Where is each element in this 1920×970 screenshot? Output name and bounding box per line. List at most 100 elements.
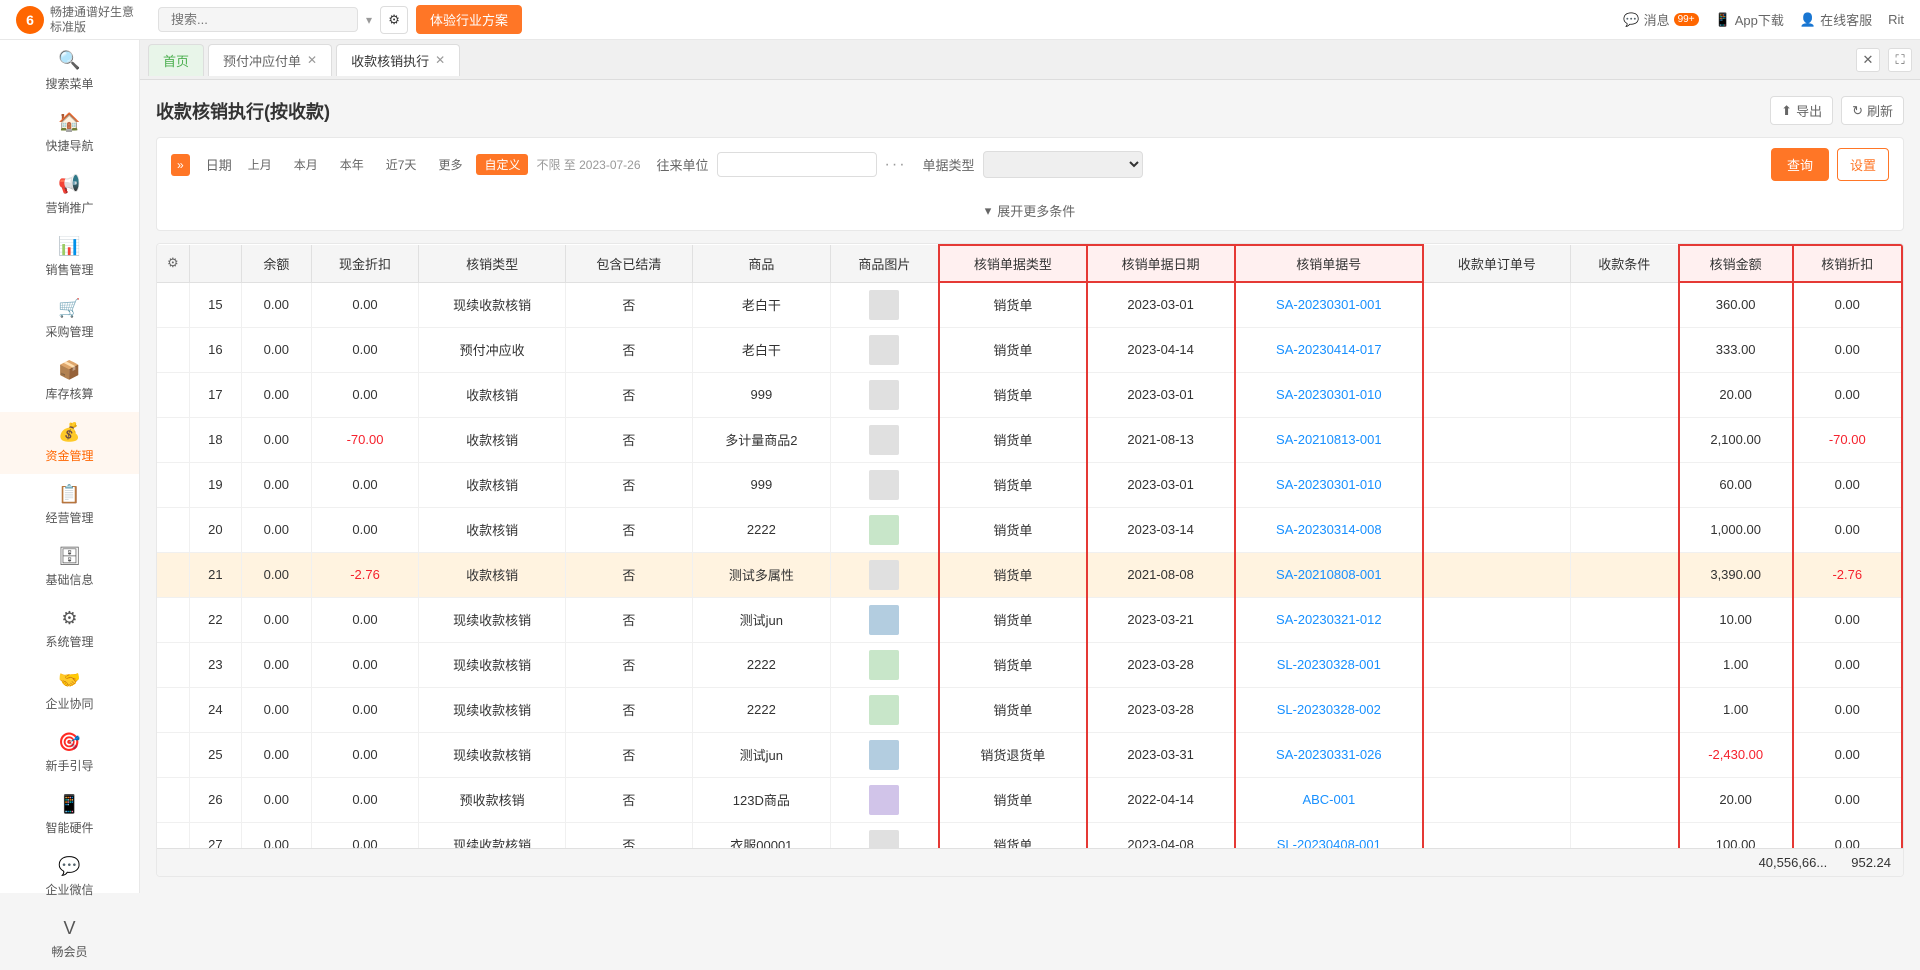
search-input[interactable] [158, 7, 358, 32]
table-row: 21 0.00 -2.76 收款核销 否 测试多属性 销货单 2021-08-0… [157, 552, 1902, 597]
sidebar-item-sales[interactable]: 📊销售管理 [0, 226, 139, 288]
tab-prepay[interactable]: 预付冲应付单 ✕ [208, 44, 332, 76]
goods-image-cell [830, 372, 939, 417]
content-area: 首页 预付冲应付单 ✕ 收款核销执行 ✕ ✕ ⛶ 收款核销执行(按收款) [140, 40, 1920, 893]
bill-no-link[interactable]: SL-20230408-001 [1277, 837, 1381, 848]
app-download-button[interactable]: 📱 App下载 [1715, 10, 1784, 29]
included-cell: 否 [565, 597, 692, 642]
sidebar-item-system[interactable]: ⚙系统管理 [0, 598, 139, 660]
filter-tab-more[interactable]: 更多 [430, 154, 470, 175]
sidebar-item-inventory[interactable]: 📦库存核算 [0, 350, 139, 412]
filter-tab-custom[interactable]: 自定义 [476, 154, 528, 175]
bill-date-cell: 2023-03-31 [1087, 732, 1235, 777]
receipt-tab-close-icon[interactable]: ✕ [435, 53, 445, 67]
sidebar-label-wechat: 企业微信 [45, 881, 93, 898]
bill-no-link[interactable]: SA-20230301-010 [1276, 477, 1382, 492]
row-num-cell: 21 [189, 552, 241, 597]
bill-no-link[interactable]: SA-20230331-026 [1276, 747, 1382, 762]
receipt-terms-cell [1570, 327, 1679, 372]
sidebar-item-marketing[interactable]: 📢营销推广 [0, 164, 139, 226]
query-button[interactable]: 查询 [1771, 148, 1829, 181]
tab-bar: 首页 预付冲应付单 ✕ 收款核销执行 ✕ ✕ ⛶ [140, 40, 1920, 80]
sidebar-item-finance[interactable]: 💰资金管理 [0, 412, 139, 474]
row-num-cell: 25 [189, 732, 241, 777]
chevron-down-icon[interactable]: ▾ [366, 13, 372, 27]
bill-date-cell: 2023-03-01 [1087, 372, 1235, 417]
tab-expand-button[interactable]: ⛶ [1888, 48, 1912, 72]
user-name: Rit [1888, 12, 1904, 27]
gear-button[interactable]: ⚙ [380, 6, 408, 34]
bill-no-link[interactable]: SA-20230321-012 [1276, 612, 1382, 627]
writeoff-amount-cell: 1.00 [1679, 687, 1793, 732]
sidebar-item-basic[interactable]: 🗄基础信息 [0, 536, 139, 598]
bill-type-select[interactable] [983, 151, 1143, 178]
goods-cell: 2222 [692, 642, 830, 687]
receipt-terms-cell [1570, 507, 1679, 552]
row-num-cell: 19 [189, 462, 241, 507]
bill-type-filter-section: 单据类型 [923, 151, 1143, 178]
bill-no-cell: SA-20230301-010 [1235, 462, 1424, 507]
sidebar-item-enterprise[interactable]: 🤝企业协同 [0, 660, 139, 722]
receipt-order-no-cell [1423, 417, 1570, 462]
writeoff-type-cell: 收款核销 [419, 507, 565, 552]
bill-no-link[interactable]: SA-20210808-001 [1276, 567, 1382, 582]
export-button[interactable]: ⬆ 导出 [1770, 96, 1833, 125]
sidebar-icon-hardware: 📱 [58, 794, 80, 815]
counterparty-input[interactable] [717, 152, 877, 177]
filter-tab-7days[interactable]: 近7天 [378, 154, 425, 175]
sidebar-item-purchase[interactable]: 🛒采购管理 [0, 288, 139, 350]
receipt-terms-cell [1570, 462, 1679, 507]
sidebar-item-hardware[interactable]: 📱智能硬件 [0, 784, 139, 846]
industry-button[interactable]: 体验行业方案 [416, 5, 522, 34]
bill-no-link[interactable]: SA-20210813-001 [1276, 432, 1382, 447]
prepay-tab-close-icon[interactable]: ✕ [307, 53, 317, 67]
refresh-button[interactable]: ↻ 刷新 [1841, 96, 1904, 125]
header-actions: ⬆ 导出 ↻ 刷新 [1770, 96, 1904, 125]
sidebar-icon-sales: 📊 [58, 236, 80, 257]
bill-no-cell: SA-20230314-008 [1235, 507, 1424, 552]
sidebar-item-wechat[interactable]: 💬企业微信 [0, 846, 139, 908]
receipt-tab-label: 收款核销执行 [351, 51, 429, 70]
sidebar-item-search[interactable]: 🔍搜索菜单 [0, 40, 139, 102]
writeoff-amount-cell: 360.00 [1679, 282, 1793, 327]
bill-type-cell: 销货单 [939, 327, 1087, 372]
tab-home[interactable]: 首页 [148, 44, 204, 76]
row-num-cell: 16 [189, 327, 241, 372]
tab-receipt[interactable]: 收款核销执行 ✕ [336, 44, 460, 76]
bill-no-cell: SL-20230328-001 [1235, 642, 1424, 687]
writeoff-type-column-header: 核销类型 [419, 245, 565, 282]
online-service-button[interactable]: 👤 在线客服 [1800, 10, 1872, 29]
settings-button[interactable]: 设置 [1837, 148, 1889, 181]
bill-no-link[interactable]: SA-20230301-010 [1276, 387, 1382, 402]
table-wrapper[interactable]: ⚙ 余额 现金折扣 核销类型 包含已结清 商品 商品图片 核销单据类型 核销单据… [157, 244, 1903, 848]
bill-no-link[interactable]: SA-20230301-001 [1276, 297, 1382, 312]
expand-more-button[interactable]: ▾ 展开更多条件 [985, 201, 1076, 220]
filter-tab-this-year[interactable]: 本年 [332, 154, 372, 175]
product-image [869, 695, 899, 725]
balance-column-header: 余额 [242, 245, 311, 282]
filter-tab-this-month[interactable]: 本月 [286, 154, 326, 175]
bill-no-link[interactable]: SA-20230414-017 [1276, 342, 1382, 357]
bill-no-link[interactable]: SL-20230328-001 [1277, 657, 1381, 672]
sidebar-item-operations[interactable]: 📋经营管理 [0, 474, 139, 536]
sidebar-item-quicknav[interactable]: 🏠快捷导航 [0, 102, 139, 164]
bill-type-cell: 销货单 [939, 687, 1087, 732]
bill-type-cell: 销货单 [939, 597, 1087, 642]
bill-no-link[interactable]: SL-20230328-002 [1277, 702, 1381, 717]
message-button[interactable]: 💬 消息 99+ [1623, 10, 1698, 29]
filter-tab-last-month[interactable]: 上月 [240, 154, 280, 175]
writeoff-type-cell: 预付冲应收 [419, 327, 565, 372]
sidebar-item-guide[interactable]: 🎯新手引导 [0, 722, 139, 784]
prepay-tab-label: 预付冲应付单 [223, 51, 301, 70]
receipt-order-no-cell [1423, 327, 1570, 372]
receipt-order-no-cell [1423, 822, 1570, 848]
sidebar-item-member[interactable]: V畅会员 [0, 908, 139, 970]
filter-toggle-button[interactable]: » [171, 154, 190, 176]
column-settings-icon[interactable]: ⚙ [167, 255, 179, 270]
bill-no-link[interactable]: SA-20230314-008 [1276, 522, 1382, 537]
settings-column-header: ⚙ [157, 245, 189, 282]
bill-no-link[interactable]: ABC-001 [1302, 792, 1355, 807]
tab-close-all-button[interactable]: ✕ [1856, 48, 1880, 72]
receipt-terms-cell [1570, 687, 1679, 732]
home-tab-label: 首页 [163, 51, 189, 70]
